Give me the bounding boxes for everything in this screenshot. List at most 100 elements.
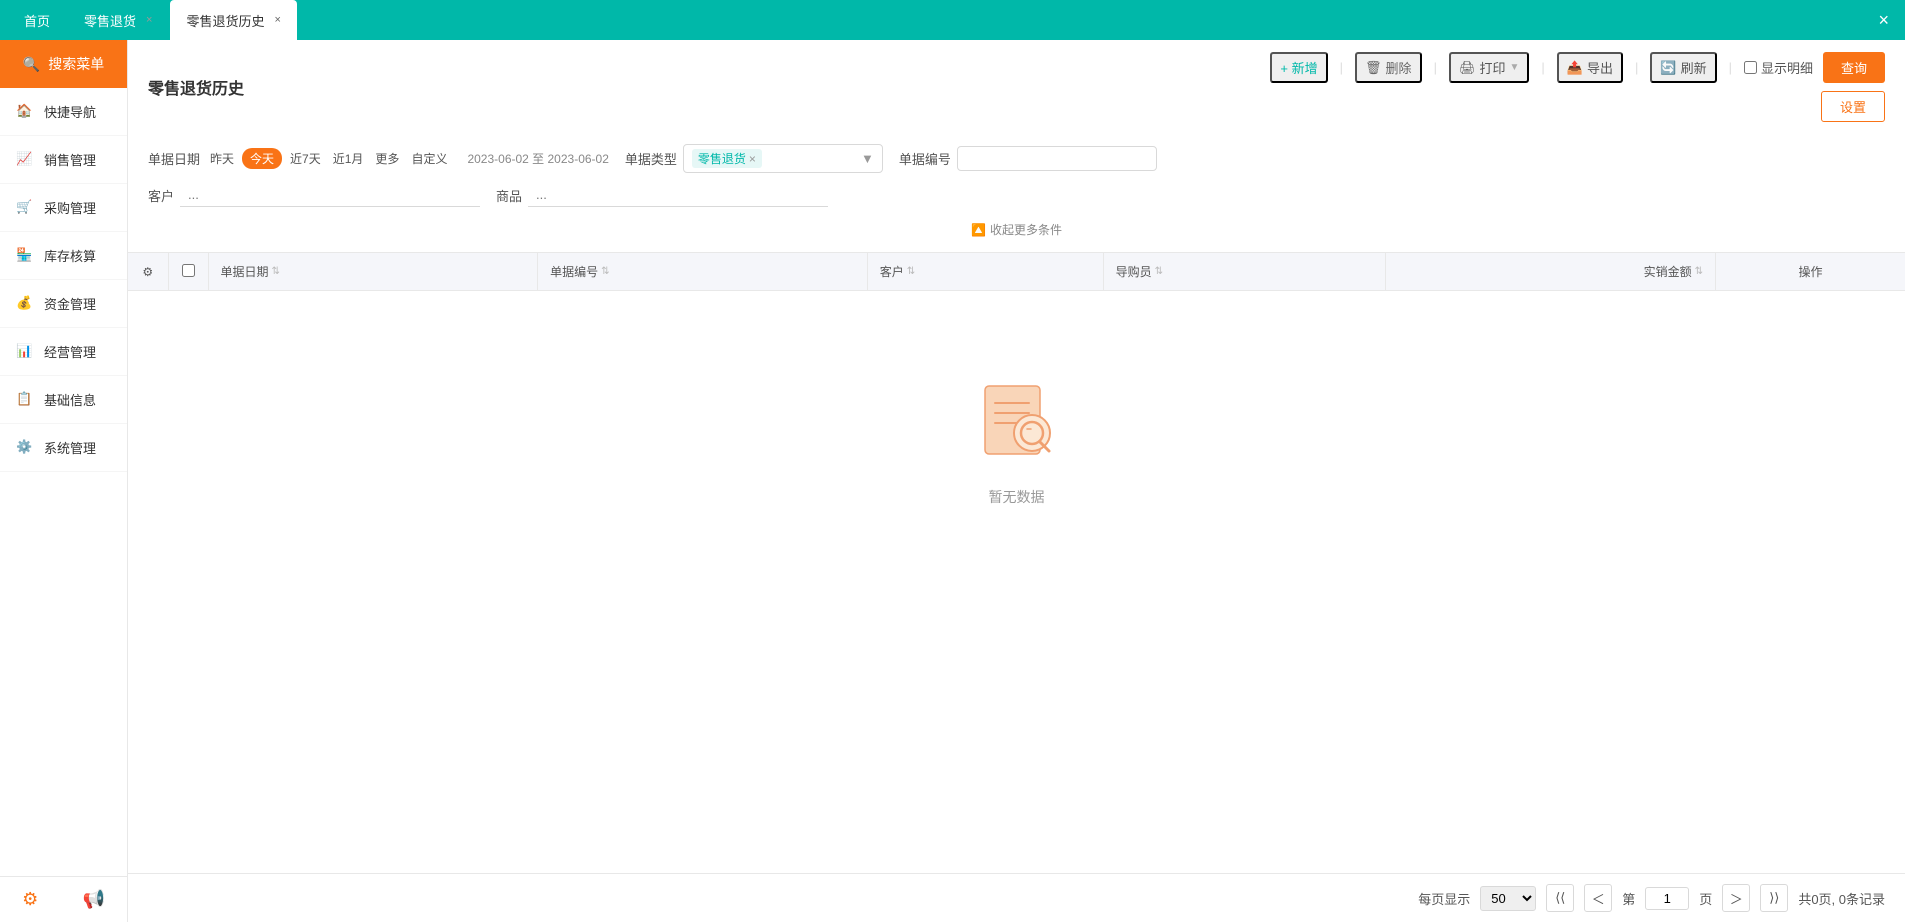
th-setting[interactable]: ⚙ (128, 253, 168, 291)
th-number: 单据编号 ⇅ (538, 253, 868, 291)
doc-number-input[interactable] (957, 146, 1157, 171)
sidebar-item-sales-mgmt[interactable]: 📈 销售管理 (0, 136, 127, 184)
date-filter-today[interactable]: 今天 (242, 148, 282, 169)
new-button[interactable]: + 新增 (1270, 52, 1327, 83)
setting-button-label: 设置 (1840, 100, 1866, 115)
th-date-label: 单据日期 (221, 263, 269, 280)
tab-retail-return-history[interactable]: 零售退货历史 × (170, 0, 296, 40)
refresh-button-label: 刷新 (1681, 58, 1707, 77)
sidebar: 🔍 搜索菜单 🏠 快捷导航 📈 销售管理 🛒 采购管理 🏪 库存核算 💰 (0, 40, 128, 922)
sidebar-item-purchase-mgmt[interactable]: 🛒 采购管理 (0, 184, 127, 232)
th-number-label: 单据编号 (550, 263, 598, 280)
th-number-sort[interactable]: 单据编号 ⇅ (550, 263, 855, 280)
page-size-select[interactable]: 50 100 200 (1480, 886, 1536, 911)
date-filter-more[interactable]: 更多 (371, 148, 403, 169)
delete-button[interactable]: 🗑 删除 (1355, 52, 1422, 83)
th-guide-sort[interactable]: 导购员 ⇅ (1116, 263, 1374, 280)
system-icon: ⚙️ (16, 439, 34, 457)
export-button[interactable]: 📤 导出 (1557, 52, 1623, 83)
empty-text: 暂无数据 (989, 487, 1045, 507)
sales-icon: 📈 (16, 151, 34, 169)
home-icon: 🏠 (16, 103, 34, 121)
th-amount-sort[interactable]: 实销金额 ⇅ (1398, 263, 1703, 280)
sidebar-item-sales-mgmt-label: 销售管理 (44, 150, 96, 169)
th-date: 单据日期 ⇅ (208, 253, 538, 291)
sidebar-item-operations[interactable]: 📊 经营管理 (0, 328, 127, 376)
date-filter-yesterday[interactable]: 昨天 (206, 148, 238, 169)
refresh-button[interactable]: 🔄 刷新 (1650, 52, 1716, 83)
search-menu-btn[interactable]: 🔍 搜索菜单 (0, 40, 127, 88)
toolbar: + 新增 | 🗑 删除 | 🖨 打印 ▼ | (1270, 52, 1813, 83)
first-page-btn[interactable]: ⟨⟨ (1546, 884, 1574, 912)
page-header: 零售退货历史 + 新增 | 🗑 删除 | 🖨 (128, 40, 1905, 253)
collapse-bar[interactable]: 🔼 收起更多条件 (148, 217, 1885, 246)
prev-page-btn[interactable]: ＜ (1584, 884, 1612, 912)
sidebar-item-finance[interactable]: 💰 资金管理 (0, 280, 127, 328)
th-customer-sort[interactable]: 客户 ⇅ (880, 263, 1091, 280)
th-guide: 导购员 ⇅ (1103, 253, 1386, 291)
tab-retail-return-label: 零售退货 (84, 11, 136, 30)
sidebar-item-quick-nav-label: 快捷导航 (44, 102, 96, 121)
print-icon: 🖨 (1459, 60, 1476, 76)
date-filter-options: 昨天 今天 近7天 近1月 更多 自定义 (206, 148, 451, 169)
page-number-input[interactable] (1645, 887, 1689, 910)
filter-row-2: 客户 商品 (148, 183, 1885, 207)
print-button-label: 打印 (1479, 58, 1505, 77)
page-size-label: 每页显示 (1418, 889, 1470, 908)
table-header-row: ⚙ 单据日期 ⇅ 单据编号 (128, 253, 1905, 291)
tab-home[interactable]: 首页 (8, 0, 66, 40)
collapse-label: 收起更多条件 (990, 221, 1062, 238)
export-button-label: 导出 (1587, 58, 1613, 77)
table-area: ⚙ 单据日期 ⇅ 单据编号 (128, 253, 1905, 873)
inventory-icon: 🏪 (16, 247, 34, 265)
sidebar-item-basic-info[interactable]: 📋 基础信息 (0, 376, 127, 424)
search-menu-label: 搜索菜单 (48, 54, 104, 74)
date-filter-custom[interactable]: 自定义 (407, 148, 451, 169)
product-input[interactable] (528, 183, 828, 207)
delete-icon: 🗑 (1365, 60, 1382, 76)
sidebar-sound-icon[interactable]: 📢 (82, 889, 104, 910)
date-filter-7days[interactable]: 近7天 (286, 148, 325, 169)
sidebar-item-quick-nav[interactable]: 🏠 快捷导航 (0, 88, 127, 136)
collapse-up-icon: 🔼 (971, 223, 986, 237)
page-title-row: 零售退货历史 + 新增 | 🗑 删除 | 🖨 (148, 52, 1885, 122)
sidebar-item-operations-label: 经营管理 (44, 342, 96, 361)
th-actions: 操作 (1715, 253, 1905, 291)
page-unit: 页 (1699, 889, 1712, 908)
date-filter-item: 单据日期 昨天 今天 近7天 近1月 更多 自定义 (148, 148, 451, 169)
show-detail-label: 显示明细 (1761, 58, 1813, 77)
tab-retail-return[interactable]: 零售退货 × (68, 0, 168, 40)
refresh-icon: 🔄 (1660, 60, 1676, 76)
query-button[interactable]: 查询 (1823, 52, 1885, 83)
th-date-sort[interactable]: 单据日期 ⇅ (221, 263, 526, 280)
date-filter-1month[interactable]: 近1月 (329, 148, 368, 169)
sidebar-item-finance-label: 资金管理 (44, 294, 96, 313)
last-page-btn[interactable]: ⟩⟩ (1760, 884, 1788, 912)
pagination-bar: 每页显示 50 100 200 ⟨⟨ ＜ 第 页 ＞ ⟩⟩ 共0页, 0条记录 (128, 873, 1905, 922)
tab-retail-return-close[interactable]: × (146, 14, 152, 26)
show-detail-checkbox[interactable] (1744, 61, 1757, 74)
th-amount: 实销金额 ⇅ (1386, 253, 1716, 291)
close-all-tabs[interactable]: × (1862, 10, 1905, 31)
sidebar-item-inventory[interactable]: 🏪 库存核算 (0, 232, 127, 280)
doc-type-remove-btn[interactable]: × (749, 152, 756, 166)
doc-type-tag: 零售退货 × (692, 149, 762, 168)
th-guide-sort-icon: ⇅ (1155, 266, 1163, 277)
show-detail-toggle[interactable]: 显示明细 (1744, 58, 1813, 77)
customer-input[interactable] (180, 183, 480, 207)
doc-type-select[interactable]: 零售退货 × ▼ (683, 144, 883, 173)
sidebar-bottom: ⚙ 📢 (0, 876, 127, 922)
date-filter-label: 单据日期 (148, 149, 200, 168)
print-button[interactable]: 🖨 打印 ▼ (1449, 52, 1529, 83)
tab-retail-return-history-close[interactable]: × (274, 14, 280, 26)
tab-home-label: 首页 (24, 11, 50, 30)
select-all-checkbox[interactable] (182, 264, 195, 277)
sidebar-gear-icon[interactable]: ⚙ (22, 889, 38, 910)
sidebar-item-basic-info-label: 基础信息 (44, 390, 96, 409)
setting-button[interactable]: 设置 (1821, 91, 1885, 122)
doc-type-filter-item: 单据类型 零售退货 × ▼ (625, 144, 883, 173)
th-checkbox[interactable] (168, 253, 208, 291)
next-page-btn[interactable]: ＞ (1722, 884, 1750, 912)
th-guide-label: 导购员 (1116, 263, 1152, 280)
sidebar-item-sys-mgmt[interactable]: ⚙️ 系统管理 (0, 424, 127, 472)
